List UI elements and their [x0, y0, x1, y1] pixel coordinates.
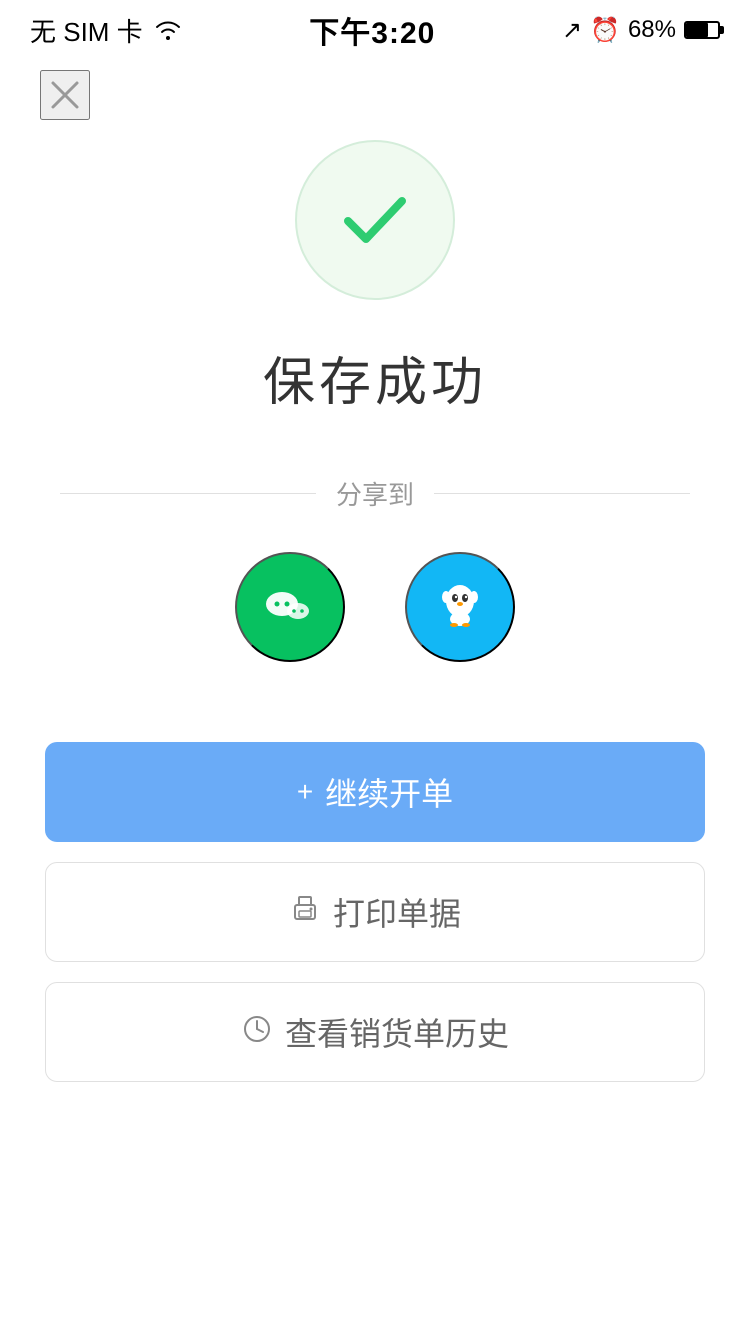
checkmark-icon — [330, 175, 420, 265]
battery-icon — [684, 21, 720, 39]
wifi-icon — [153, 19, 183, 41]
alarm-icon: ⏰ — [590, 16, 620, 45]
qq-share-button[interactable] — [405, 552, 515, 662]
continue-order-button[interactable]: + 继续开单 — [45, 742, 705, 842]
wechat-share-button[interactable] — [235, 552, 345, 662]
qq-icon — [428, 575, 492, 639]
print-label: 打印单据 — [333, 889, 461, 935]
status-right: ↗ ⏰ 68% — [562, 16, 720, 45]
history-label: 查看销货单历史 — [285, 1009, 509, 1055]
battery-percent: 68% — [628, 16, 676, 44]
status-time: 下午3:20 — [309, 8, 435, 52]
share-icons — [235, 552, 515, 662]
history-button[interactable]: 查看销货单历史 — [45, 982, 705, 1082]
status-bar: 无 SIM 卡 下午3:20 ↗ ⏰ 68% — [0, 0, 750, 60]
print-button[interactable]: 打印单据 — [45, 862, 705, 962]
status-left: 无 SIM 卡 — [30, 12, 183, 49]
close-button[interactable] — [40, 70, 90, 120]
no-sim-label: 无 SIM 卡 — [30, 12, 143, 49]
location-icon: ↗ — [562, 16, 582, 45]
clock-icon — [241, 1013, 273, 1052]
wechat-icon — [260, 577, 320, 637]
continue-order-label: 继续开单 — [325, 769, 453, 815]
success-circle — [295, 140, 455, 300]
printer-icon — [289, 893, 321, 932]
share-label: 分享到 — [316, 475, 434, 512]
main-content: 保存成功 分享到 — [0, 60, 750, 1082]
share-divider: 分享到 — [0, 475, 750, 512]
success-title: 保存成功 — [263, 340, 487, 415]
action-buttons: + 继续开单 打印单据 查看销货单历史 — [45, 742, 705, 1082]
plus-icon: + — [297, 776, 313, 808]
